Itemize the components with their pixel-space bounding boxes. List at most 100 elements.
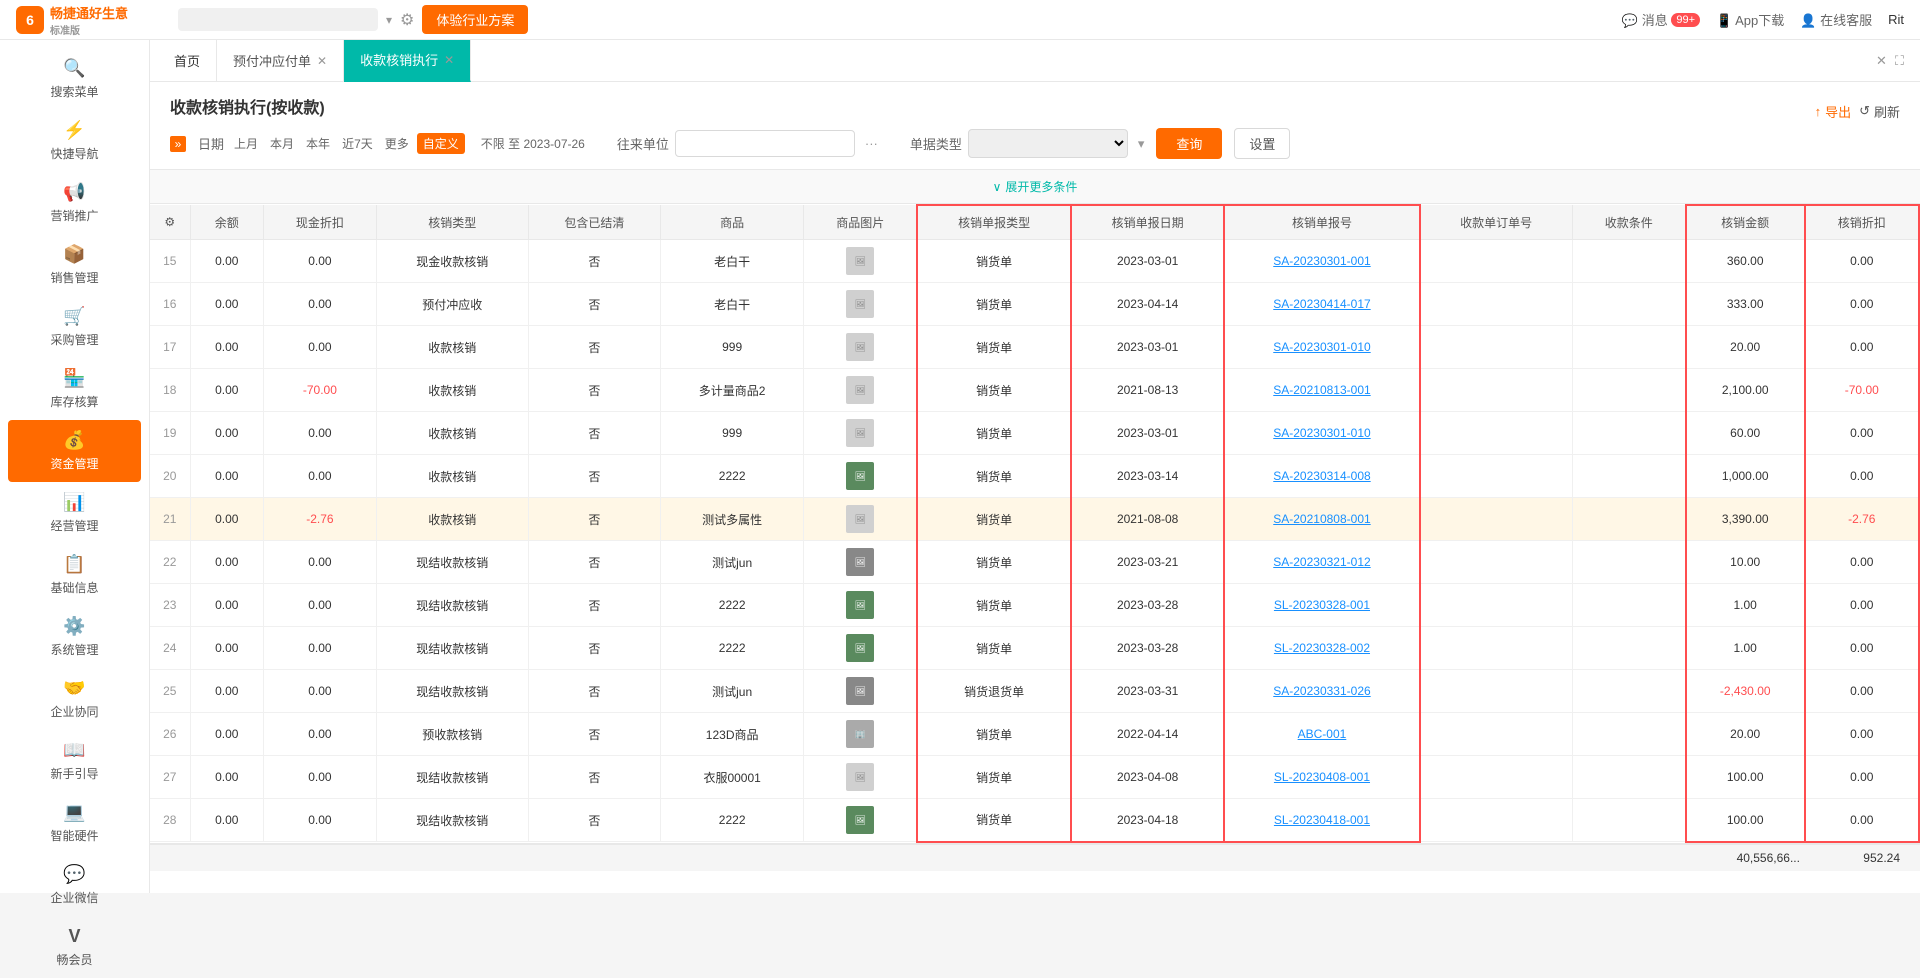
td-balance: 0.00 [190, 369, 264, 412]
td-cash-discount: -2.76 [264, 498, 377, 541]
sidebar-item-collab[interactable]: 🤝 企业协同 [0, 668, 149, 730]
td-bill-no[interactable]: SA-20230301-001 [1224, 240, 1419, 283]
table-row: 15 0.00 0.00 现金收款核销 否 老白干 🖼 销货单 2023-03-… [150, 240, 1919, 283]
bill-type-select[interactable] [968, 129, 1128, 158]
sidebar-item-wechat[interactable]: 💬 企业微信 [0, 854, 149, 916]
date-option-this-month[interactable]: 本月 [266, 133, 298, 154]
th-seq: ⚙ [150, 205, 190, 240]
bill-type-dropdown-icon[interactable]: ▾ [1138, 136, 1145, 152]
td-bill-no[interactable]: SL-20230328-001 [1224, 584, 1419, 627]
td-goods: 999 [661, 412, 804, 455]
td-receipt-condition [1572, 412, 1686, 455]
td-seq: 22 [150, 541, 190, 584]
td-bill-no[interactable]: SA-20210813-001 [1224, 369, 1419, 412]
date-option-more[interactable]: 更多 [381, 133, 413, 154]
td-bill-no[interactable]: ABC-001 [1224, 713, 1419, 756]
td-bill-no[interactable]: SA-20230331-026 [1224, 670, 1419, 713]
partner-more-icon[interactable]: ··· [865, 136, 878, 151]
sidebar-item-system[interactable]: ⚙️ 系统管理 [0, 606, 149, 668]
td-cash-discount: 0.00 [264, 584, 377, 627]
filter-collapse-btn[interactable]: » [170, 136, 186, 152]
tab-writeoff-close[interactable]: ✕ [444, 53, 454, 67]
td-writeoff-amount: 10.00 [1686, 541, 1805, 584]
td-writeoff-discount: 0.00 [1805, 756, 1919, 799]
industry-solution-button[interactable]: 体验行业方案 [422, 5, 528, 34]
sidebar-item-hardware[interactable]: 💻 智能硬件 [0, 792, 149, 854]
td-goods-img: 🖼 [804, 283, 918, 326]
expand-conditions-btn[interactable]: ∨ 展开更多条件 [985, 174, 1086, 199]
message-btn[interactable]: 💬 消息 99+ [1622, 10, 1700, 29]
guide-icon: 📖 [63, 740, 85, 761]
sidebar-item-marketing[interactable]: 📢 营销推广 [0, 172, 149, 234]
tab-home[interactable]: 首页 [158, 40, 217, 82]
td-bill-report-date: 2023-03-28 [1071, 584, 1225, 627]
partner-filter: 往来单位 ··· [617, 130, 878, 157]
setting-button[interactable]: 设置 [1234, 128, 1290, 159]
td-seq: 23 [150, 584, 190, 627]
td-writeoff-amount: 20.00 [1686, 326, 1805, 369]
tab-close-all-icon[interactable]: ✕ [1876, 53, 1887, 69]
date-range-display: 不限 至 2023-07-26 [481, 135, 585, 152]
data-table: ⚙ 余额 现金折扣 核销类型 包含已结清 商品 商品图片 核销单报类型 核销单报… [150, 204, 1920, 843]
date-option-this-year[interactable]: 本年 [302, 133, 334, 154]
sidebar-item-operations[interactable]: 📊 经营管理 [0, 482, 149, 544]
sidebar-item-inventory[interactable]: 🏪 库存核算 [0, 358, 149, 420]
sidebar-item-quicknav[interactable]: ⚡ 快捷导航 [0, 110, 149, 172]
export-button[interactable]: ↑ 导出 [1815, 102, 1852, 121]
query-button[interactable]: 查询 [1156, 128, 1222, 159]
td-seq: 20 [150, 455, 190, 498]
search-input[interactable] [178, 8, 378, 31]
td-bill-no[interactable]: SA-20210808-001 [1224, 498, 1419, 541]
td-receipt-order-no [1420, 283, 1573, 326]
tab-prepay[interactable]: 预付冲应付单 ✕ [217, 40, 344, 82]
online-service-btn[interactable]: 👤 在线客服 [1800, 10, 1872, 29]
tab-maximize-icon[interactable]: ⛶ [1895, 53, 1904, 69]
td-bill-no[interactable]: SA-20230301-010 [1224, 326, 1419, 369]
dropdown-arrow[interactable]: ▾ [386, 13, 392, 27]
tab-prepay-close[interactable]: ✕ [317, 54, 327, 68]
td-writeoff-discount: 0.00 [1805, 799, 1919, 842]
sidebar-item-base[interactable]: 📋 基础信息 [0, 544, 149, 606]
table-header-row: ⚙ 余额 现金折扣 核销类型 包含已结清 商品 商品图片 核销单报类型 核销单报… [150, 205, 1919, 240]
sidebar-item-guide[interactable]: 📖 新手引导 [0, 730, 149, 792]
td-receipt-order-no [1420, 670, 1573, 713]
app-download-btn[interactable]: 📱 App下载 [1716, 10, 1784, 29]
td-bill-no[interactable]: SA-20230301-010 [1224, 412, 1419, 455]
td-goods: 衣服00001 [661, 756, 804, 799]
table-row: 24 0.00 0.00 现结收款核销 否 2222 🖼 销货单 2023-03… [150, 627, 1919, 670]
td-writeoff-type: 现结收款核销 [376, 799, 528, 842]
sidebar-item-member[interactable]: V 畅会员 [0, 916, 149, 978]
sidebar-item-finance[interactable]: 💰 资金管理 [8, 420, 141, 482]
refresh-button[interactable]: ↺ 刷新 [1859, 102, 1900, 121]
date-custom-btn[interactable]: 自定义 [417, 133, 465, 154]
td-receipt-order-no [1420, 799, 1573, 842]
td-receipt-condition [1572, 326, 1686, 369]
td-goods-img: 🖼 [804, 584, 918, 627]
sidebar-item-sales[interactable]: 📦 销售管理 [0, 234, 149, 296]
td-bill-no[interactable]: SA-20230321-012 [1224, 541, 1419, 584]
page-header: 收款核销执行(按收款) ↑ 导出 ↺ 刷新 » 日期 [150, 82, 1920, 170]
date-option-7days[interactable]: 近7天 [338, 133, 377, 154]
table-area[interactable]: ⚙ 余额 现金折扣 核销类型 包含已结清 商品 商品图片 核销单报类型 核销单报… [150, 204, 1920, 893]
td-bill-no[interactable]: SA-20230414-017 [1224, 283, 1419, 326]
td-goods: 测试jun [661, 670, 804, 713]
sidebar-item-search[interactable]: 🔍 搜索菜单 [0, 48, 149, 110]
td-cash-discount: 0.00 [264, 412, 377, 455]
tab-bar: 首页 预付冲应付单 ✕ 收款核销执行 ✕ ✕ ⛶ [150, 40, 1920, 82]
td-writeoff-discount: 0.00 [1805, 584, 1919, 627]
td-writeoff-amount: 333.00 [1686, 283, 1805, 326]
td-writeoff-amount: 20.00 [1686, 713, 1805, 756]
partner-input[interactable] [675, 130, 855, 157]
settings-icon[interactable]: ⚙ [400, 10, 414, 30]
td-receipt-condition [1572, 455, 1686, 498]
td-bill-no[interactable]: SL-20230418-001 [1224, 799, 1419, 842]
td-bill-no[interactable]: SL-20230408-001 [1224, 756, 1419, 799]
td-bill-no[interactable]: SL-20230328-002 [1224, 627, 1419, 670]
tab-writeoff[interactable]: 收款核销执行 ✕ [344, 40, 471, 82]
sidebar-item-purchase[interactable]: 🛒 采购管理 [0, 296, 149, 358]
td-bill-no[interactable]: SA-20230314-008 [1224, 455, 1419, 498]
td-cash-discount: 0.00 [264, 799, 377, 842]
td-seq: 19 [150, 412, 190, 455]
date-option-last-month[interactable]: 上月 [230, 133, 262, 154]
td-writeoff-amount: 100.00 [1686, 756, 1805, 799]
